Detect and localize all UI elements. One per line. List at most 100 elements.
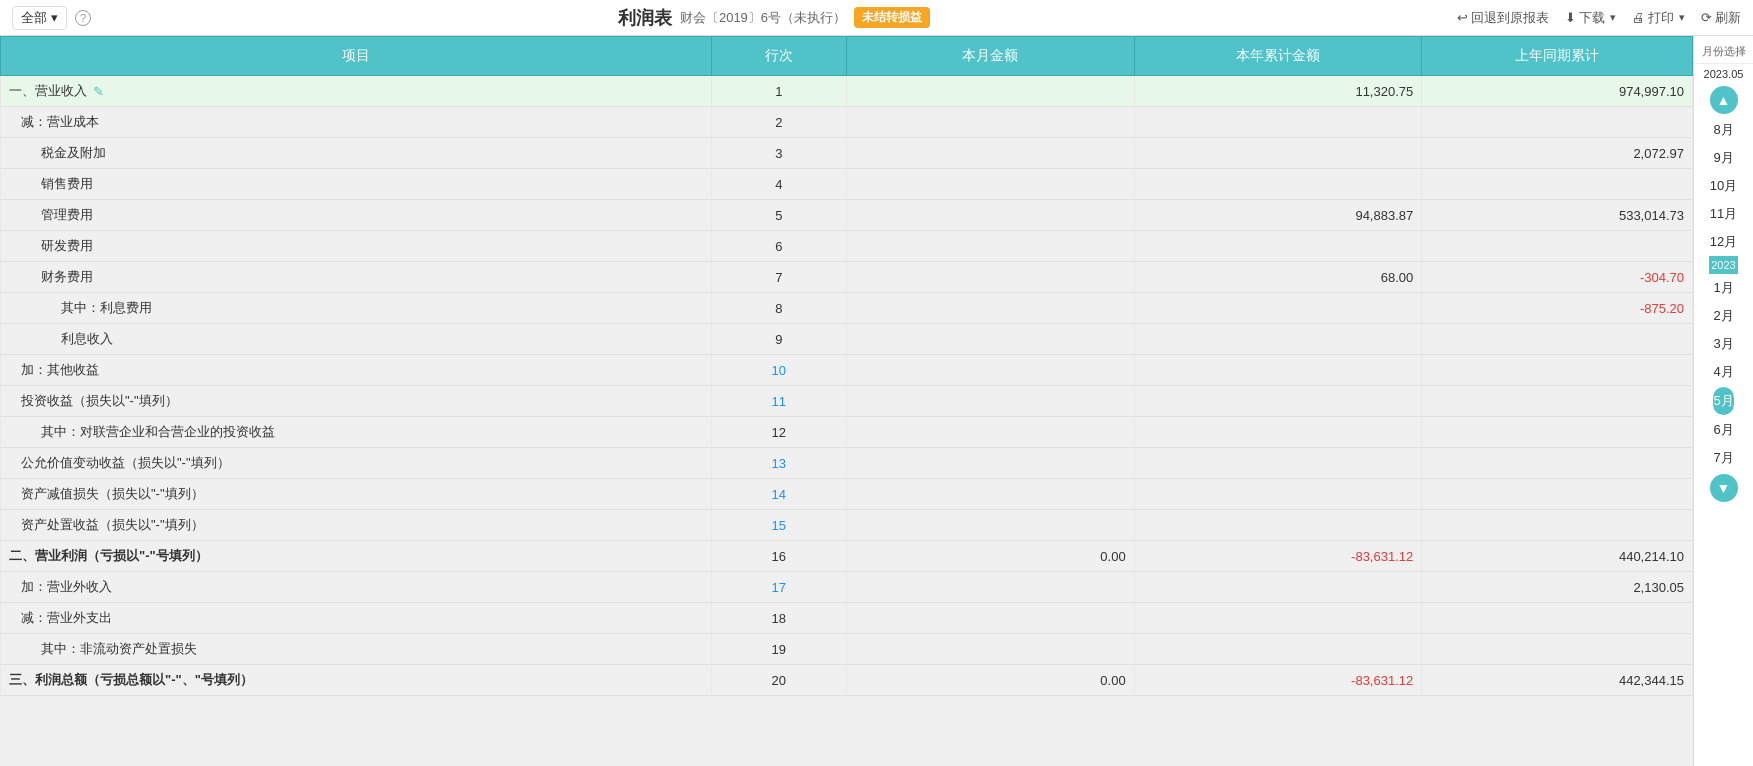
cell-month: [847, 386, 1135, 417]
month-item[interactable]: 4月: [1709, 358, 1737, 386]
cell-prev: [1422, 510, 1693, 541]
month-item[interactable]: 11月: [1709, 200, 1737, 228]
cell-month: [847, 510, 1135, 541]
edit-icon[interactable]: ✎: [93, 84, 109, 100]
cell-item: 财务费用: [1, 262, 712, 293]
col-header-prev: 上年同期累计: [1422, 37, 1693, 76]
cell-item: 研发费用: [1, 231, 712, 262]
month-item[interactable]: 3月: [1709, 330, 1737, 358]
cell-rownum: 15: [711, 510, 846, 541]
cell-month: [847, 355, 1135, 386]
month-down-button[interactable]: ▼: [1710, 474, 1738, 502]
cell-year: [1134, 634, 1422, 665]
cell-item: 资产处置收益（损失以"-"填列）: [1, 510, 712, 541]
print-label: 打印: [1648, 9, 1674, 27]
cell-month: [847, 262, 1135, 293]
cell-rownum: 12: [711, 417, 846, 448]
month-item[interactable]: 1月: [1709, 274, 1737, 302]
category-label: 全部: [21, 9, 47, 27]
month-item[interactable]: 9月: [1709, 144, 1737, 172]
report-table: 项目 行次 本月金额 本年累计金额 上年同期累计 一、营业收入✎111,320.…: [0, 36, 1693, 696]
cell-month: [847, 138, 1135, 169]
cell-item: 税金及附加: [1, 138, 712, 169]
month-up-button[interactable]: ▲: [1710, 86, 1738, 114]
cell-rownum: 20: [711, 665, 846, 696]
back-button[interactable]: ↩ 回退到原报表: [1457, 9, 1549, 27]
cell-year: [1134, 572, 1422, 603]
cell-prev: 442,344.15: [1422, 665, 1693, 696]
cell-month: [847, 169, 1135, 200]
cell-year: [1134, 479, 1422, 510]
cell-prev: [1422, 107, 1693, 138]
col-header-row: 行次: [711, 37, 846, 76]
month-item[interactable]: 8月: [1709, 116, 1737, 144]
cell-month: [847, 634, 1135, 665]
table-row: 税金及附加32,072.97: [1, 138, 1693, 169]
item-label: 减：营业外支出: [21, 610, 112, 625]
month-item[interactable]: 5月: [1713, 387, 1733, 415]
month-item[interactable]: 10月: [1709, 172, 1737, 200]
item-label: 财务费用: [41, 269, 93, 284]
cell-item: 加：营业外收入: [1, 572, 712, 603]
month-sidebar: 月份选择 2023.05 ▲ 8月9月10月11月12月20231月2月3月4月…: [1693, 36, 1753, 766]
table-row: 销售费用4: [1, 169, 1693, 200]
refresh-button[interactable]: ⟳ 刷新: [1701, 9, 1741, 27]
table-row: 其中：利息费用8 -875.20: [1, 293, 1693, 324]
table-row: 减：营业外支出 18: [1, 603, 1693, 634]
col-header-month: 本月金额: [847, 37, 1135, 76]
sidebar-label: 月份选择: [1694, 40, 1753, 64]
cell-item: 投资收益（损失以"-"填列）: [1, 386, 712, 417]
month-item[interactable]: 6月: [1709, 416, 1737, 444]
month-item[interactable]: 12月: [1709, 228, 1737, 256]
item-label: 利息收入: [61, 331, 113, 346]
cell-rownum: 14: [711, 479, 846, 510]
cell-year: [1134, 386, 1422, 417]
help-icon[interactable]: ?: [75, 10, 91, 26]
cell-item: 加：其他收益: [1, 355, 712, 386]
month-item[interactable]: 2月: [1709, 302, 1737, 330]
cell-prev: [1422, 231, 1693, 262]
cell-prev: [1422, 355, 1693, 386]
table-row: 财务费用768.00-304.70: [1, 262, 1693, 293]
cell-prev: [1422, 603, 1693, 634]
cell-rownum: 11: [711, 386, 846, 417]
table-row: 加：营业外收入172,130.05: [1, 572, 1693, 603]
col-header-year: 本年累计金额: [1134, 37, 1422, 76]
download-button[interactable]: ⬇ 下载 ▾: [1565, 9, 1616, 27]
month-item[interactable]: 7月: [1709, 444, 1737, 472]
table-row: 减：营业成本2: [1, 107, 1693, 138]
cell-year: [1134, 231, 1422, 262]
download-icon: ⬇: [1565, 10, 1576, 25]
cell-rownum: 8: [711, 293, 846, 324]
category-select[interactable]: 全部 ▾: [12, 6, 67, 30]
cell-year: [1134, 169, 1422, 200]
title-area: 利润表 财会〔2019〕6号（未执行） 未结转损益: [618, 6, 930, 30]
item-label: 三、利润总额（亏损总额以"-"、"号填列）: [9, 672, 253, 687]
back-label: 回退到原报表: [1471, 9, 1549, 27]
cell-prev: 533,014.73: [1422, 200, 1693, 231]
table-row: 利息收入9: [1, 324, 1693, 355]
table-row: 资产处置收益（损失以"-"填列）15: [1, 510, 1693, 541]
item-label: 管理费用: [41, 207, 93, 222]
cell-month: [847, 572, 1135, 603]
item-label: 研发费用: [41, 238, 93, 253]
cell-month: 0.00: [847, 665, 1135, 696]
item-label: 其中：对联营企业和合营企业的投资收益: [41, 424, 275, 439]
cell-item: 其中：利息费用: [1, 293, 712, 324]
cell-year: [1134, 510, 1422, 541]
cell-month: [847, 76, 1135, 107]
item-label: 销售费用: [41, 176, 93, 191]
item-label: 加：其他收益: [21, 362, 99, 377]
cell-month: [847, 603, 1135, 634]
cell-rownum: 1: [711, 76, 846, 107]
table-row: 三、利润总额（亏损总额以"-"、"号填列） 200.00-83,631.12442…: [1, 665, 1693, 696]
cell-prev: -875.20: [1422, 293, 1693, 324]
cell-rownum: 16: [711, 541, 846, 572]
cell-year: -83,631.12: [1134, 665, 1422, 696]
cell-year: [1134, 355, 1422, 386]
table-row: 加：其他收益10: [1, 355, 1693, 386]
print-button[interactable]: 🖨 打印 ▾: [1632, 9, 1685, 27]
cell-rownum: 18: [711, 603, 846, 634]
cell-prev: [1422, 386, 1693, 417]
cell-rownum: 17: [711, 572, 846, 603]
